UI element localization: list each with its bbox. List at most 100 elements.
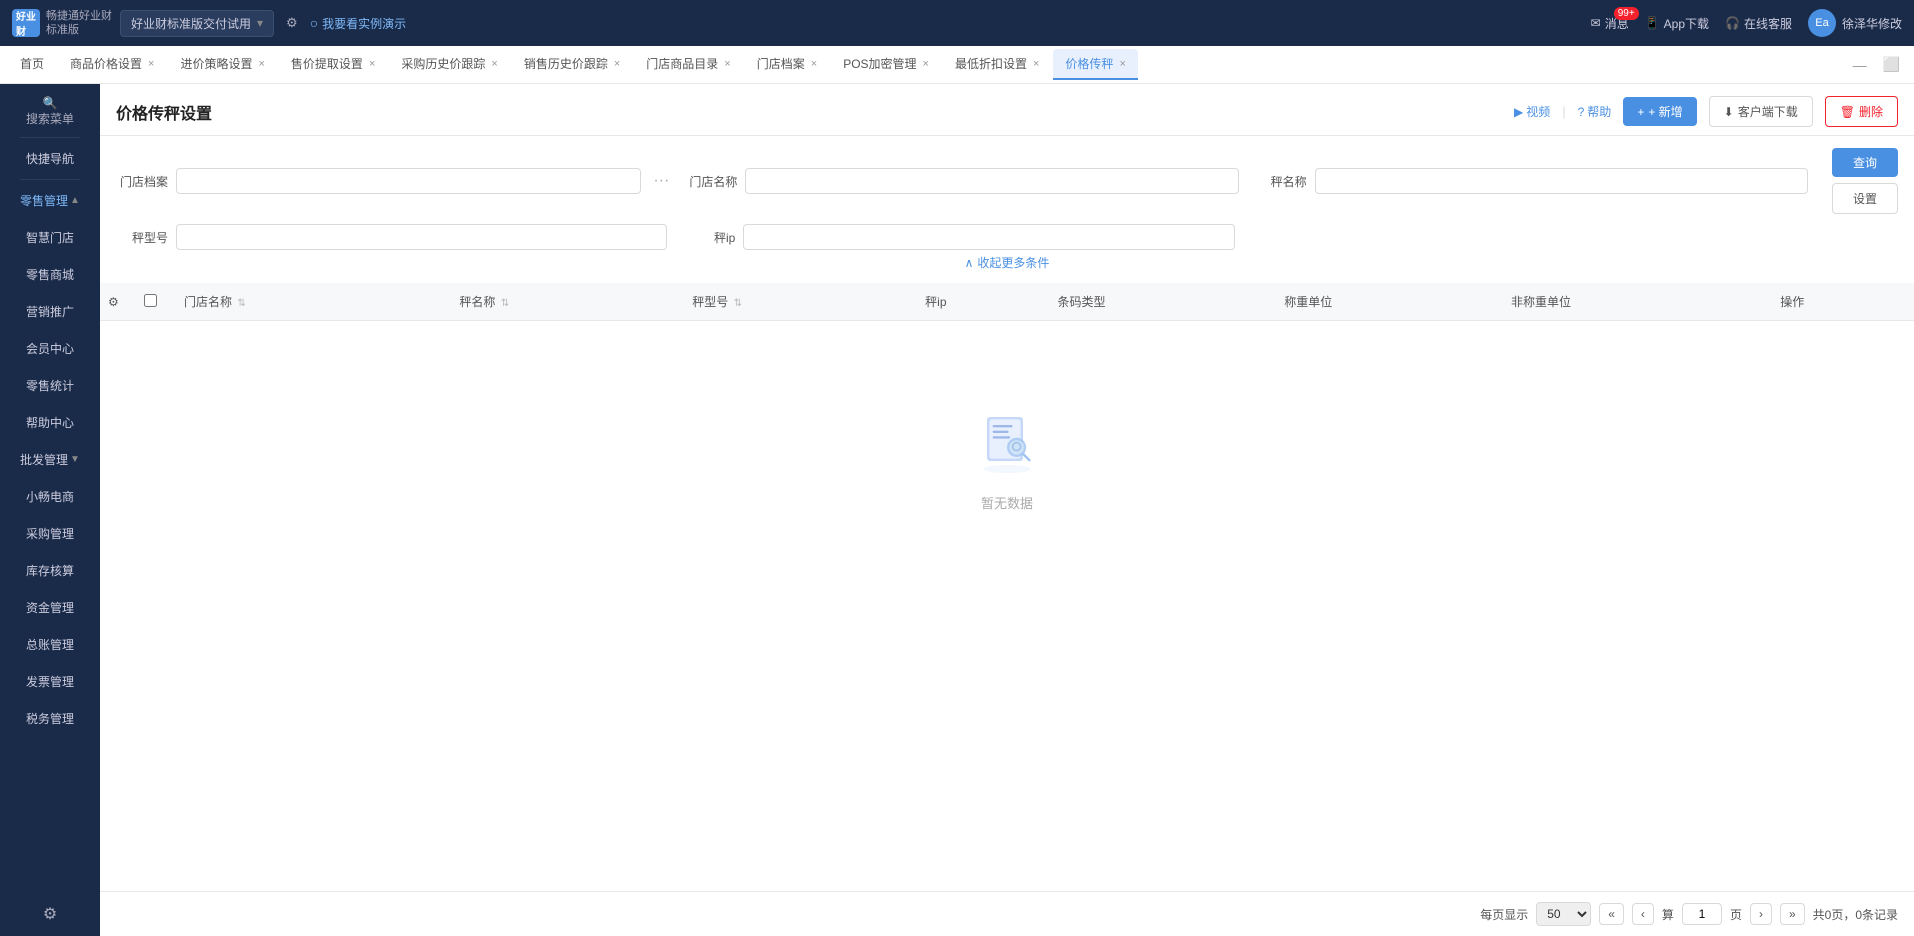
tab-store-profile-close[interactable]: ×: [811, 58, 817, 70]
delete-button[interactable]: 🗑 删除: [1825, 96, 1898, 127]
th-scale-model: 秤型号 ⇅: [684, 283, 917, 321]
minimize-icon[interactable]: —: [1847, 53, 1873, 77]
scale-ip-input[interactable]: [743, 224, 1234, 250]
maximize-icon[interactable]: ⬜: [1877, 52, 1906, 77]
add-icon: +: [1637, 105, 1644, 119]
sort-scale-name-icon[interactable]: ⇅: [501, 298, 509, 309]
user-area[interactable]: Ea 徐泽华修改: [1808, 9, 1902, 37]
tab-home[interactable]: 首页: [8, 49, 56, 80]
sort-scale-model-icon[interactable]: ⇅: [734, 298, 742, 309]
tab-purchase-history-close[interactable]: ×: [491, 58, 497, 70]
sidebar-item-tax[interactable]: 税务管理: [0, 700, 100, 737]
help-link[interactable]: ? 帮助: [1578, 103, 1612, 120]
page-header: 价格传秤设置 ▶ 视频 | ? 帮助 + + 新增 ⬇ 客户端下载: [100, 84, 1914, 136]
sidebar-item-retail-stats[interactable]: 零售统计: [0, 367, 100, 404]
download-icon: ⬇: [1724, 105, 1734, 119]
tab-price-settings[interactable]: 商品价格设置 ×: [58, 49, 166, 80]
tab-price-scale[interactable]: 价格传秤 ×: [1053, 49, 1137, 80]
last-page-btn[interactable]: »: [1780, 903, 1805, 925]
settings-gear-icon[interactable]: ⚙: [282, 11, 302, 35]
tab-sale-price-close[interactable]: ×: [369, 58, 375, 70]
logo-icon: 好业财: [12, 9, 40, 37]
store-name-input[interactable]: [745, 168, 1238, 194]
sidebar-item-wholesale[interactable]: 批发管理 ▼: [0, 441, 100, 478]
th-store-name: 门店名称 ⇅: [176, 283, 451, 321]
headset-icon: 🎧: [1725, 16, 1740, 30]
sidebar-item-general-ledger[interactable]: 总账管理: [0, 626, 100, 663]
sidebar-item-smart-store[interactable]: 智慧门店: [0, 219, 100, 256]
tab-sale-history[interactable]: 销售历史价跟踪 ×: [512, 49, 632, 80]
tab-min-discount[interactable]: 最低折扣设置 ×: [943, 49, 1051, 80]
add-button[interactable]: + + 新增: [1623, 97, 1696, 126]
tab-store-catalog-close[interactable]: ×: [724, 58, 730, 70]
tab-pos-manage-close[interactable]: ×: [923, 58, 929, 70]
sidebar-quick-nav[interactable]: 快捷导航: [0, 140, 100, 177]
store-archive-input[interactable]: [176, 168, 641, 194]
next-page-btn[interactable]: ›: [1750, 903, 1772, 925]
scale-model-input[interactable]: [176, 224, 667, 250]
tab-store-catalog[interactable]: 门店商品目录 ×: [634, 49, 742, 80]
first-page-btn[interactable]: «: [1599, 903, 1624, 925]
demo-circle-icon: ○: [310, 15, 318, 31]
set-button[interactable]: 设置: [1832, 183, 1898, 214]
tab-store-profile[interactable]: 门店档案 ×: [745, 49, 829, 80]
video-link[interactable]: ▶ 视频: [1514, 103, 1550, 120]
page-number-input[interactable]: [1682, 903, 1722, 925]
sidebar-sep: [20, 137, 80, 138]
th-settings[interactable]: ⚙: [100, 283, 136, 321]
delete-icon: 🗑: [1840, 105, 1855, 119]
store-archive-dots-icon[interactable]: ···: [653, 172, 669, 190]
sidebar-item-retail[interactable]: 零售管理 ▲: [0, 182, 100, 219]
tab-purchase-strategy[interactable]: 进价策略设置 ×: [168, 49, 276, 80]
app-download-icon: 📱: [1645, 16, 1660, 30]
tab-sale-history-close[interactable]: ×: [614, 58, 620, 70]
sidebar-item-purchase[interactable]: 采购管理: [0, 515, 100, 552]
sidebar-item-marketing[interactable]: 营销推广: [0, 293, 100, 330]
query-button[interactable]: 查询: [1832, 148, 1898, 177]
select-all-checkbox[interactable]: [144, 294, 157, 307]
app-download-btn[interactable]: 📱 App下载: [1645, 15, 1709, 32]
tab-price-scale-close[interactable]: ×: [1119, 58, 1125, 70]
filter-collapse-btn[interactable]: ∧ 收起更多条件: [116, 254, 1898, 271]
filter-row-2: 秤型号 秤ip: [116, 224, 1898, 250]
sidebar-item-invoice[interactable]: 发票管理: [0, 663, 100, 700]
sidebar-item-inventory[interactable]: 库存核算: [0, 552, 100, 589]
scale-model-field: 秤型号: [116, 224, 667, 250]
prev-page-btn[interactable]: ‹: [1632, 903, 1654, 925]
product-selector[interactable]: 好业财标准版交付试用 ▾: [120, 10, 274, 37]
tab-pos-manage[interactable]: POS加密管理 ×: [831, 49, 941, 80]
sidebar-settings-icon[interactable]: ⚙: [43, 892, 57, 936]
demo-link[interactable]: ○ 我要看实例演示: [310, 15, 406, 32]
online-service-label: 在线客服: [1744, 15, 1792, 32]
th-barcode-type: 条码类型: [1049, 283, 1276, 321]
sidebar-item-finance[interactable]: 资金管理: [0, 589, 100, 626]
sidebar-item-help[interactable]: 帮助中心: [0, 404, 100, 441]
tab-min-discount-close[interactable]: ×: [1033, 58, 1039, 70]
sidebar: 🔍 搜索菜单 快捷导航 零售管理 ▲ 智慧门店 零售商城 营销推广 会员中心 零…: [0, 84, 100, 936]
tab-window-controls: — ⬜: [1847, 52, 1906, 77]
sidebar-item-xiaochange[interactable]: 小畅电商: [0, 478, 100, 515]
app-name: 畅捷通好业财标准版: [46, 9, 112, 38]
empty-text: 暂无数据: [981, 493, 1033, 512]
message-btn[interactable]: ✉ 消息 99+: [1591, 15, 1629, 32]
tab-price-settings-close[interactable]: ×: [148, 58, 154, 70]
store-archive-field: 门店档案 ···: [116, 168, 669, 194]
page-word-label: 算: [1662, 906, 1674, 923]
filter-actions: 查询 设置: [1832, 148, 1898, 214]
tab-sale-price[interactable]: 售价提取设置 ×: [279, 49, 387, 80]
table-body: 暂无数据: [100, 321, 1914, 593]
sidebar-item-member[interactable]: 会员中心: [0, 330, 100, 367]
per-page-select[interactable]: 10 20 50 100: [1536, 902, 1591, 926]
tab-purchase-strategy-close[interactable]: ×: [258, 58, 264, 70]
page-header-actions: ▶ 视频 | ? 帮助 + + 新增 ⬇ 客户端下载 🗑: [1514, 96, 1898, 127]
scale-name-input[interactable]: [1315, 168, 1808, 194]
sort-store-name-icon[interactable]: ⇅: [237, 298, 245, 309]
tab-purchase-history[interactable]: 采购历史价跟踪 ×: [389, 49, 509, 80]
th-checkbox[interactable]: [136, 283, 176, 321]
sidebar-search[interactable]: 🔍 搜索菜单: [26, 88, 74, 135]
table-header-row: ⚙ 门店名称 ⇅ 秤名称 ⇅ 秤型号: [100, 283, 1914, 321]
client-download-button[interactable]: ⬇ 客户端下载: [1709, 96, 1813, 127]
sidebar-item-retail-shop[interactable]: 零售商城: [0, 256, 100, 293]
filter-row-1: 门店档案 ··· 门店名称 秤名称 查询 设置: [116, 148, 1898, 214]
online-service-btn[interactable]: 🎧 在线客服: [1725, 15, 1792, 32]
